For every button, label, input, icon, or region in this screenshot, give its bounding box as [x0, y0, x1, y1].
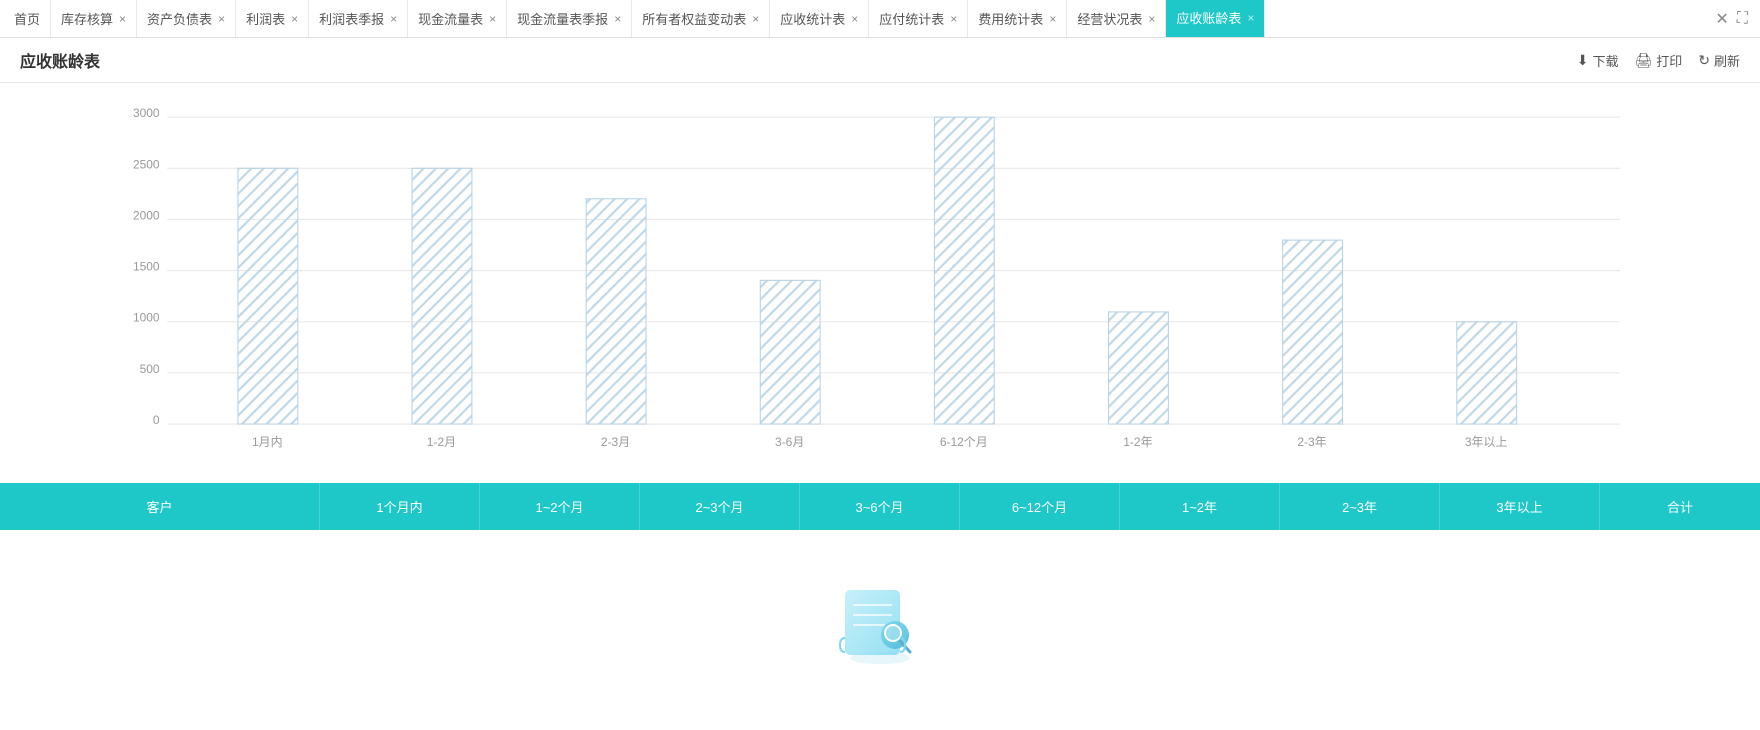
- tab-close-payable-stat[interactable]: ×: [950, 12, 957, 26]
- col-header-1-2month: 1~2个月: [480, 483, 640, 530]
- print-icon: 🖨: [1634, 52, 1652, 69]
- col-header-total: 合计: [1600, 483, 1760, 530]
- print-button[interactable]: 🖨 打印: [1634, 51, 1682, 70]
- tab-bar-actions: ✕ ⛶: [1715, 9, 1756, 29]
- tab-profit[interactable]: 利润表 ×: [236, 0, 309, 38]
- col-header-1month: 1个月内: [320, 483, 480, 530]
- svg-text:1-2年: 1-2年: [1123, 435, 1152, 449]
- main-content: 0 500 1000 1500 2000 2500 3000: [0, 83, 1760, 730]
- tab-equity[interactable]: 所有者权益变动表 ×: [632, 0, 770, 38]
- tab-operation[interactable]: 经营状况表 ×: [1067, 0, 1166, 38]
- table-header: 客户 1个月内 1~2个月 2~3个月 3~6个月 6~12个月 1~2年 2~…: [0, 483, 1760, 530]
- tab-cashflow-quarterly[interactable]: 现金流量表季报 ×: [507, 0, 632, 38]
- svg-text:3-6月: 3-6月: [775, 435, 804, 449]
- header-actions: ⬇ 下载 🖨 打印 ↻ 刷新: [1577, 51, 1740, 70]
- empty-state: [0, 530, 1760, 730]
- tab-close-balance[interactable]: ×: [218, 12, 225, 26]
- col-header-6-12month: 6~12个月: [960, 483, 1120, 530]
- tab-close-receivable-stat[interactable]: ×: [851, 12, 858, 26]
- col-header-2-3month: 2~3个月: [640, 483, 800, 530]
- svg-text:2500: 2500: [133, 157, 160, 171]
- tab-close-cashflow[interactable]: ×: [489, 12, 496, 26]
- tab-close-cashflow-quarterly[interactable]: ×: [614, 12, 621, 26]
- svg-text:2000: 2000: [133, 208, 160, 222]
- svg-text:6-12个月: 6-12个月: [940, 435, 988, 449]
- tab-home[interactable]: 首页: [4, 0, 51, 38]
- window-close-button[interactable]: ✕: [1715, 9, 1728, 29]
- chart-area: 0 500 1000 1500 2000 2500 3000: [0, 83, 1760, 483]
- col-header-3-6month: 3~6个月: [800, 483, 960, 530]
- col-header-2-3year: 2~3年: [1280, 483, 1440, 530]
- download-icon: ⬇: [1577, 52, 1589, 69]
- tab-bar: 首页 库存核算 × 资产负债表 × 利润表 × 利润表季报 × 现金流量表 × …: [0, 0, 1760, 38]
- svg-text:2-3年: 2-3年: [1297, 435, 1326, 449]
- svg-text:3000: 3000: [133, 106, 160, 120]
- refresh-icon: ↻: [1698, 52, 1710, 69]
- window-maximize-button[interactable]: ⛶: [1737, 10, 1748, 28]
- svg-text:1500: 1500: [133, 260, 160, 274]
- tab-receivable-stat[interactable]: 应收统计表 ×: [770, 0, 869, 38]
- tab-aging[interactable]: 应收账龄表 ×: [1166, 0, 1265, 38]
- svg-text:1-2月: 1-2月: [427, 435, 456, 449]
- col-header-1-2year: 1~2年: [1120, 483, 1280, 530]
- page-header: 应收账龄表 ⬇ 下载 🖨 打印 ↻ 刷新: [0, 38, 1760, 83]
- tab-close-expense-stat[interactable]: ×: [1049, 12, 1056, 26]
- tab-close-profit[interactable]: ×: [291, 12, 298, 26]
- svg-text:0: 0: [153, 413, 160, 427]
- bar-chart: 0 500 1000 1500 2000 2500 3000: [40, 103, 1720, 473]
- page-title: 应收账龄表: [20, 48, 100, 72]
- empty-state-icon: [820, 570, 940, 670]
- tab-close-aging[interactable]: ×: [1247, 11, 1254, 25]
- svg-text:3年以上: 3年以上: [1465, 435, 1508, 449]
- svg-text:1月内: 1月内: [252, 435, 283, 449]
- tab-close-profit-quarterly[interactable]: ×: [390, 12, 397, 26]
- tab-profit-quarterly[interactable]: 利润表季报 ×: [309, 0, 408, 38]
- tab-close-inventory[interactable]: ×: [119, 12, 126, 26]
- tab-inventory[interactable]: 库存核算 ×: [51, 0, 137, 38]
- svg-text:1000: 1000: [133, 311, 160, 325]
- tab-close-equity[interactable]: ×: [752, 12, 759, 26]
- tab-cashflow[interactable]: 现金流量表 ×: [408, 0, 507, 38]
- tab-close-operation[interactable]: ×: [1148, 12, 1155, 26]
- col-header-customer: 客户: [0, 483, 320, 530]
- tab-expense-stat[interactable]: 费用统计表 ×: [968, 0, 1067, 38]
- svg-text:500: 500: [140, 362, 160, 376]
- refresh-button[interactable]: ↻ 刷新: [1698, 51, 1740, 70]
- tab-payable-stat[interactable]: 应付统计表 ×: [869, 0, 968, 38]
- col-header-3year-plus: 3年以上: [1440, 483, 1600, 530]
- tab-balance[interactable]: 资产负债表 ×: [137, 0, 236, 38]
- download-button[interactable]: ⬇ 下载: [1577, 51, 1619, 70]
- svg-text:2-3月: 2-3月: [601, 435, 630, 449]
